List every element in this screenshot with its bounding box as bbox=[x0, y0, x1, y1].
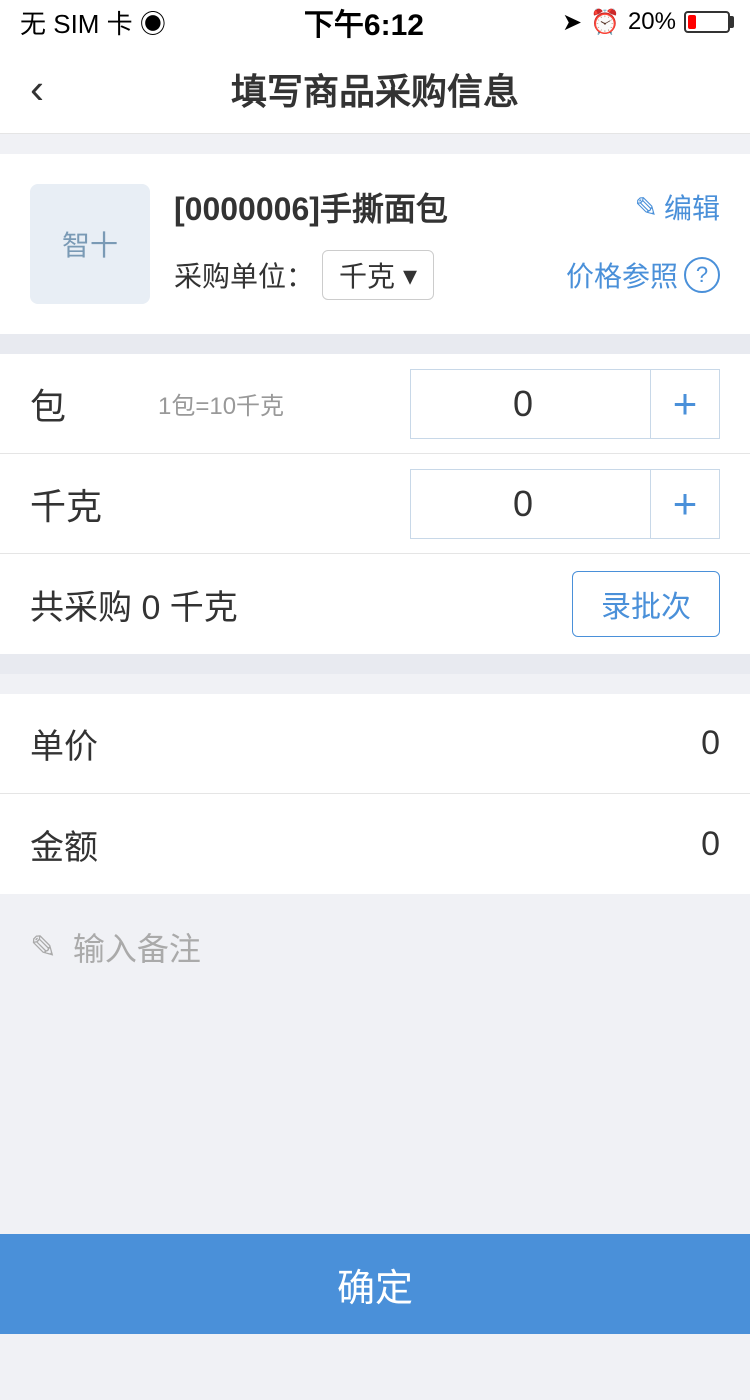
kg-quantity-input[interactable] bbox=[410, 469, 650, 539]
quantity-section: 包 1包=10千克 + 千克 + bbox=[0, 354, 750, 554]
product-name: [0000006]手撕面包 bbox=[174, 184, 448, 230]
bag-input-right: + bbox=[284, 369, 720, 439]
status-left: 无 SIM 卡 ◉ bbox=[20, 4, 166, 41]
edit-label: 编辑 bbox=[664, 187, 720, 227]
info-icon: ? bbox=[684, 257, 720, 293]
summary-text: 共采购 0 千克 bbox=[30, 580, 238, 629]
divider-2 bbox=[0, 654, 750, 674]
price-ref-link[interactable]: 价格参照 ? bbox=[566, 255, 720, 295]
confirm-button[interactable]: 确定 bbox=[0, 1234, 750, 1334]
sim-text: 无 SIM 卡 ◉ bbox=[20, 4, 166, 41]
price-ref-label: 价格参照 bbox=[566, 255, 678, 295]
unit-price-label: 单价 bbox=[30, 719, 98, 768]
status-time: 下午6:12 bbox=[304, 0, 424, 44]
product-card: 智十 [0000006]手撕面包 ✎ 编辑 采购单位： 千克 ▾ bbox=[0, 154, 750, 334]
alarm-icon: ⏰ bbox=[590, 8, 620, 37]
kg-input-right: + bbox=[150, 469, 720, 539]
note-section[interactable]: ✎ 输入备注 bbox=[0, 894, 750, 1000]
unit-row: 采购单位： 千克 ▾ 价格参照 ? bbox=[174, 250, 720, 300]
unit-value: 千克 bbox=[339, 255, 395, 295]
edit-icon: ✎ bbox=[635, 191, 658, 224]
battery-text: 20% bbox=[628, 8, 676, 36]
product-thumbnail: 智十 bbox=[30, 184, 150, 304]
bag-label: 包 bbox=[30, 378, 150, 430]
note-placeholder: 输入备注 bbox=[73, 924, 201, 970]
status-bar: 无 SIM 卡 ◉ 下午6:12 ➤ ⏰ 20% bbox=[0, 0, 750, 44]
product-name-row: [0000006]手撕面包 ✎ 编辑 bbox=[174, 184, 720, 230]
bag-quantity-input[interactable] bbox=[410, 369, 650, 439]
back-button[interactable]: ‹ bbox=[30, 65, 44, 113]
unit-select[interactable]: 千克 ▾ bbox=[322, 250, 434, 300]
nav-bar: ‹ 填写商品采购信息 bbox=[0, 44, 750, 134]
page-title: 填写商品采购信息 bbox=[231, 63, 519, 115]
amount-row: 金额 0 bbox=[0, 794, 750, 894]
edit-link[interactable]: ✎ 编辑 bbox=[635, 187, 720, 227]
location-icon: ➤ bbox=[562, 8, 582, 37]
amount-value: 0 bbox=[701, 825, 720, 864]
battery-icon bbox=[684, 11, 730, 33]
price-section: 单价 0 金额 0 bbox=[0, 694, 750, 894]
summary-row: 共采购 0 千克 录批次 bbox=[0, 554, 750, 654]
bag-sublabel: 1包=10千克 bbox=[158, 386, 284, 421]
kg-label: 千克 bbox=[30, 478, 150, 530]
unit-label: 采购单位： bbox=[174, 255, 314, 295]
batch-button[interactable]: 录批次 bbox=[572, 571, 720, 637]
status-right: ➤ ⏰ 20% bbox=[562, 8, 730, 37]
bag-plus-button[interactable]: + bbox=[650, 369, 720, 439]
kg-row: 千克 + bbox=[0, 454, 750, 554]
unit-price-row: 单价 0 bbox=[0, 694, 750, 794]
divider-1 bbox=[0, 334, 750, 354]
kg-plus-button[interactable]: + bbox=[650, 469, 720, 539]
pencil-icon: ✎ bbox=[30, 928, 57, 966]
bag-row: 包 1包=10千克 + bbox=[0, 354, 750, 454]
amount-label: 金额 bbox=[30, 820, 98, 869]
unit-price-value: 0 bbox=[701, 724, 720, 763]
product-info: [0000006]手撕面包 ✎ 编辑 采购单位： 千克 ▾ 价格参照 ? bbox=[174, 184, 720, 300]
chevron-down-icon: ▾ bbox=[403, 259, 417, 292]
